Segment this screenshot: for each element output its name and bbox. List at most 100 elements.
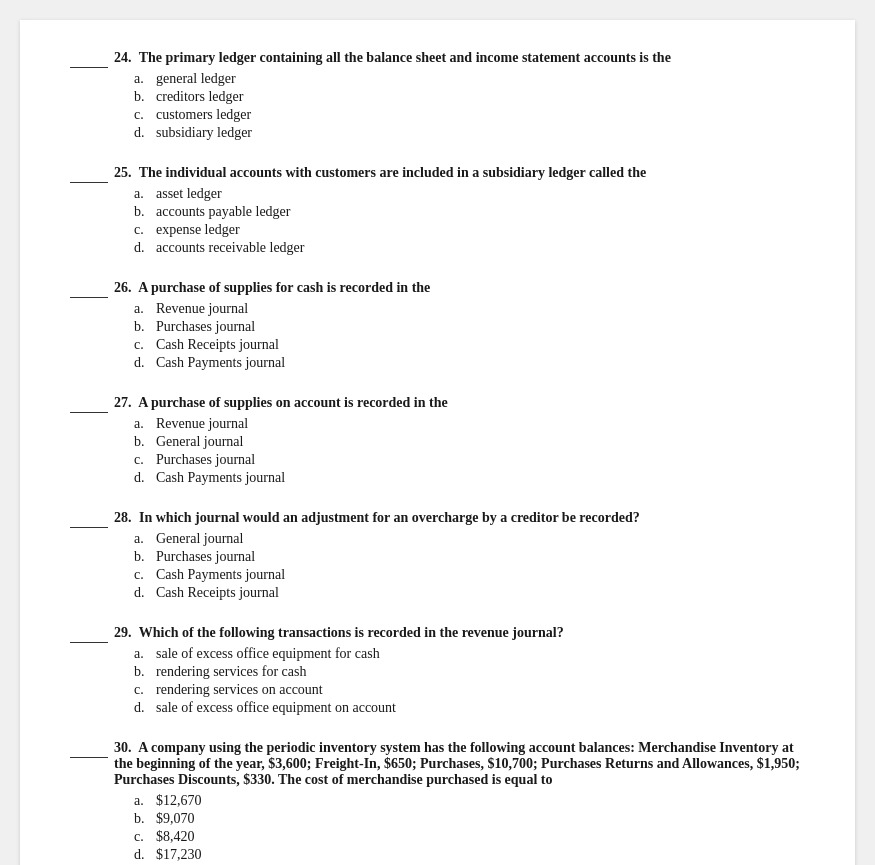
option-text-28-2: Cash Payments journal	[156, 567, 285, 583]
option-letter-28-3: d.	[134, 585, 156, 601]
option-28-c[interactable]: c.Cash Payments journal	[134, 567, 805, 583]
options-30: a.$12,670b.$9,070c.$8,420d.$17,230	[134, 793, 805, 863]
option-text-29-1: rendering services for cash	[156, 664, 306, 680]
question-block-29: 29. Which of the following transactions …	[70, 625, 805, 718]
option-text-26-2: Cash Receipts journal	[156, 337, 279, 353]
option-29-b[interactable]: b.rendering services for cash	[134, 664, 805, 680]
answer-blank-25[interactable]	[70, 167, 108, 183]
question-text-27: A purchase of supplies on account is rec…	[136, 395, 448, 410]
option-letter-29-3: d.	[134, 700, 156, 716]
option-28-b[interactable]: b.Purchases journal	[134, 549, 805, 565]
option-28-d[interactable]: d.Cash Receipts journal	[134, 585, 805, 601]
option-text-29-0: sale of excess office equipment for cash	[156, 646, 380, 662]
question-number-24: 24.	[114, 50, 132, 65]
option-24-b[interactable]: b.creditors ledger	[134, 89, 805, 105]
question-number-29: 29.	[114, 625, 132, 640]
option-29-a[interactable]: a.sale of excess office equipment for ca…	[134, 646, 805, 662]
option-letter-25-0: a.	[134, 186, 156, 202]
option-30-d[interactable]: d.$17,230	[134, 847, 805, 863]
option-letter-28-1: b.	[134, 549, 156, 565]
question-text-25: The individual accounts with customers a…	[136, 165, 647, 180]
question-block-26: 26. A purchase of supplies for cash is r…	[70, 280, 805, 373]
option-26-b[interactable]: b.Purchases journal	[134, 319, 805, 335]
option-27-c[interactable]: c.Purchases journal	[134, 452, 805, 468]
question-text-29: Which of the following transactions is r…	[136, 625, 564, 640]
option-text-26-3: Cash Payments journal	[156, 355, 285, 371]
answer-blank-24[interactable]	[70, 52, 108, 68]
answer-blank-30[interactable]	[70, 742, 108, 758]
option-letter-28-2: c.	[134, 567, 156, 583]
option-28-a[interactable]: a.General journal	[134, 531, 805, 547]
option-text-24-3: subsidiary ledger	[156, 125, 252, 141]
option-30-c[interactable]: c.$8,420	[134, 829, 805, 845]
question-line-30: 30. A company using the periodic invento…	[114, 740, 805, 788]
options-26: a.Revenue journal b.Purchases journal c.Ca…	[134, 301, 805, 371]
page: 24. The primary ledger containing all th…	[20, 20, 855, 865]
option-27-a[interactable]: a.Revenue journal	[134, 416, 805, 432]
option-text-28-3: Cash Receipts journal	[156, 585, 279, 601]
option-letter-30-1: b.	[134, 811, 156, 827]
option-25-c[interactable]: c.expense ledger	[134, 222, 805, 238]
question-content-27: 27. A purchase of supplies on account is…	[114, 395, 805, 488]
option-letter-29-2: c.	[134, 682, 156, 698]
question-text-28: In which journal would an adjustment for…	[136, 510, 640, 525]
answer-blank-27[interactable]	[70, 397, 108, 413]
option-26-a[interactable]: a.Revenue journal	[134, 301, 805, 317]
question-line-27: 27. A purchase of supplies on account is…	[114, 395, 805, 411]
question-line-25: 25. The individual accounts with custome…	[114, 165, 805, 181]
option-30-a[interactable]: a.$12,670	[134, 793, 805, 809]
option-text-30-0: $12,670	[156, 793, 202, 809]
question-block-30: 30. A company using the periodic invento…	[70, 740, 805, 865]
option-text-26-1: Purchases journal	[156, 319, 255, 335]
option-letter-24-3: d.	[134, 125, 156, 141]
option-letter-29-0: a.	[134, 646, 156, 662]
option-letter-26-3: d.	[134, 355, 156, 371]
option-letter-25-3: d.	[134, 240, 156, 256]
question-content-26: 26. A purchase of supplies for cash is r…	[114, 280, 805, 373]
option-letter-27-3: d.	[134, 470, 156, 486]
option-letter-28-0: a.	[134, 531, 156, 547]
options-29: a.sale of excess office equipment for ca…	[134, 646, 805, 716]
question-content-25: 25. The individual accounts with custome…	[114, 165, 805, 258]
question-line-28: 28. In which journal would an adjustment…	[114, 510, 805, 526]
option-29-d[interactable]: d.sale of excess office equipment on acc…	[134, 700, 805, 716]
option-text-27-3: Cash Payments journal	[156, 470, 285, 486]
option-text-25-2: expense ledger	[156, 222, 240, 238]
option-24-d[interactable]: d.subsidiary ledger	[134, 125, 805, 141]
question-text-30: A company using the periodic inventory s…	[114, 740, 800, 787]
option-30-b[interactable]: b.$9,070	[134, 811, 805, 827]
option-26-d[interactable]: d.Cash Payments journal	[134, 355, 805, 371]
question-block-27: 27. A purchase of supplies on account is…	[70, 395, 805, 488]
question-number-30: 30.	[114, 740, 132, 755]
option-24-c[interactable]: c.customers ledger	[134, 107, 805, 123]
option-25-a[interactable]: a.asset ledger	[134, 186, 805, 202]
option-text-24-1: creditors ledger	[156, 89, 243, 105]
question-content-29: 29. Which of the following transactions …	[114, 625, 805, 718]
option-text-29-2: rendering services on account	[156, 682, 323, 698]
option-text-24-0: general ledger	[156, 71, 236, 87]
option-29-c[interactable]: c.rendering services on account	[134, 682, 805, 698]
option-letter-26-1: b.	[134, 319, 156, 335]
question-line-26: 26. A purchase of supplies for cash is r…	[114, 280, 805, 296]
option-25-d[interactable]: d.accounts receivable ledger	[134, 240, 805, 256]
question-number-27: 27.	[114, 395, 132, 410]
option-25-b[interactable]: b.accounts payable ledger	[134, 204, 805, 220]
question-line-29: 29. Which of the following transactions …	[114, 625, 805, 641]
option-26-c[interactable]: c.Cash Receipts journal	[134, 337, 805, 353]
option-27-d[interactable]: d.Cash Payments journal	[134, 470, 805, 486]
options-24: a.general ledger b.creditors ledger c.cust…	[134, 71, 805, 141]
question-number-28: 28.	[114, 510, 132, 525]
option-text-26-0: Revenue journal	[156, 301, 248, 317]
option-text-30-1: $9,070	[156, 811, 195, 827]
answer-blank-29[interactable]	[70, 627, 108, 643]
option-letter-30-0: a.	[134, 793, 156, 809]
option-letter-30-2: c.	[134, 829, 156, 845]
option-24-a[interactable]: a.general ledger	[134, 71, 805, 87]
option-letter-25-2: c.	[134, 222, 156, 238]
option-27-b[interactable]: b.General journal	[134, 434, 805, 450]
option-letter-24-1: b.	[134, 89, 156, 105]
option-text-27-1: General journal	[156, 434, 243, 450]
answer-blank-26[interactable]	[70, 282, 108, 298]
option-text-30-2: $8,420	[156, 829, 195, 845]
answer-blank-28[interactable]	[70, 512, 108, 528]
